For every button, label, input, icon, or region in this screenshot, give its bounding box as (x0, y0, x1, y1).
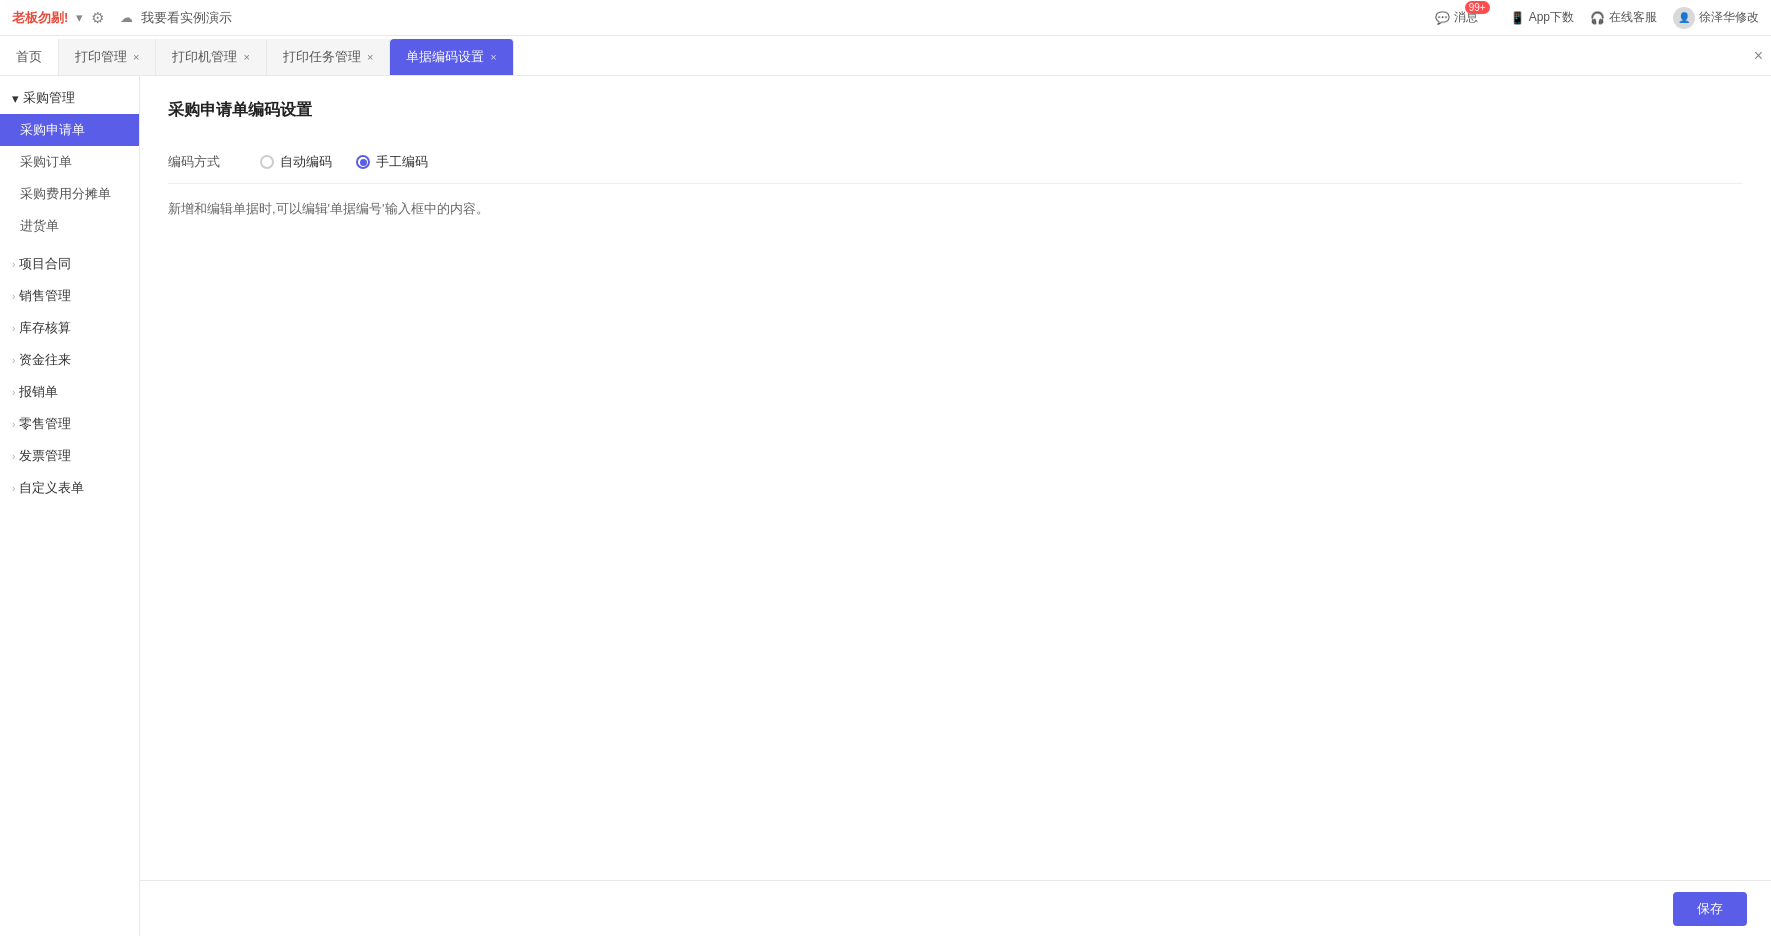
top-bar: 老板勿剔! ▾ ⚙ ☁ 我要看实例演示 💬 消息 99+ 📱 App下数 🎧 在… (0, 0, 1771, 36)
sidebar-group-expense[interactable]: › 报销单 (0, 376, 139, 408)
app-download-item[interactable]: 📱 App下数 (1510, 9, 1574, 26)
auto-code-label: 自动编码 (280, 153, 332, 171)
radio-group: 自动编码 手工编码 (260, 153, 428, 171)
tab-print-management-close[interactable]: × (133, 51, 139, 63)
online-service-label: 在线客服 (1609, 9, 1657, 26)
sidebar-group-sales-management-label: 销售管理 (19, 287, 71, 305)
sidebar: ▾ 采购管理 采购申请单 采购订单 采购费用分摊单 进货单 › 项目合同 › 销… (0, 76, 140, 936)
sidebar-item-purchase-request[interactable]: 采购申请单 (0, 114, 139, 146)
sidebar-group-invoice-label: 发票管理 (19, 447, 71, 465)
sidebar-group-custom-form-label: 自定义表单 (19, 479, 84, 497)
app-icon: 📱 (1510, 11, 1525, 25)
tab-print-management[interactable]: 打印管理 × (59, 39, 156, 75)
radio-auto-circle (260, 155, 274, 169)
content-area: 采购申请单编码设置 编码方式 自动编码 手工编码 新增和编辑 (140, 76, 1771, 936)
dropdown-icon[interactable]: ▾ (76, 10, 83, 25)
sidebar-group-invoice[interactable]: › 发票管理 (0, 440, 139, 472)
chevron-right-icon: › (12, 387, 15, 398)
encoding-row: 编码方式 自动编码 手工编码 (168, 141, 1743, 184)
gear-icon[interactable]: ⚙ (91, 9, 104, 27)
tab-print-task-management-close[interactable]: × (367, 51, 373, 63)
sidebar-group-retail-label: 零售管理 (19, 415, 71, 433)
encoding-label: 编码方式 (168, 153, 228, 171)
sidebar-group-purchase-title[interactable]: ▾ 采购管理 (0, 82, 139, 114)
sidebar-group-sales-management[interactable]: › 销售管理 (0, 280, 139, 312)
sidebar-group-capital-label: 资金往来 (19, 351, 71, 369)
app-download-label: App下数 (1529, 9, 1574, 26)
sidebar-group-retail[interactable]: › 零售管理 (0, 408, 139, 440)
tab-printer-management[interactable]: 打印机管理 × (156, 39, 266, 75)
save-button[interactable]: 保存 (1673, 892, 1747, 926)
top-bar-right: 💬 消息 99+ 📱 App下数 🎧 在线客服 👤 徐泽华修改 (1435, 7, 1759, 29)
sidebar-item-purchase-expense-label: 采购费用分摊单 (20, 186, 111, 201)
tab-print-task-management[interactable]: 打印任务管理 × (267, 39, 390, 75)
service-icon: 🎧 (1590, 11, 1605, 25)
tab-printer-management-close[interactable]: × (243, 51, 249, 63)
tab-bar: 首页 打印管理 × 打印机管理 × 打印任务管理 × 单据编码设置 × × (0, 36, 1771, 76)
top-bar-left: 老板勿剔! ▾ ⚙ ☁ 我要看实例演示 (12, 9, 232, 27)
chevron-right-icon: › (12, 259, 15, 270)
chevron-right-icon: › (12, 483, 15, 494)
radio-manual-inner (360, 159, 367, 166)
tab-single-code-setting-close[interactable]: × (490, 51, 496, 63)
chevron-right-icon: › (12, 355, 15, 366)
sidebar-item-goods-receipt[interactable]: 进货单 (0, 210, 139, 242)
radio-manual-code[interactable]: 手工编码 (356, 153, 428, 171)
sidebar-group-custom-form[interactable]: › 自定义表单 (0, 472, 139, 504)
sidebar-item-purchase-expense[interactable]: 采购费用分摊单 (0, 178, 139, 210)
message-icon: 💬 (1435, 11, 1450, 25)
main-layout: ▾ 采购管理 采购申请单 采购订单 采购费用分摊单 进货单 › 项目合同 › 销… (0, 76, 1771, 936)
sidebar-group-expense-label: 报销单 (19, 383, 58, 401)
sidebar-group-purchase: ▾ 采购管理 采购申请单 采购订单 采购费用分摊单 进货单 (0, 76, 139, 248)
sidebar-group-purchase-label: 采购管理 (23, 89, 75, 107)
demo-icon: ☁ (120, 10, 133, 25)
sidebar-group-inventory-label: 库存核算 (19, 319, 71, 337)
radio-auto-code[interactable]: 自动编码 (260, 153, 332, 171)
chevron-right-icon: › (12, 451, 15, 462)
page-title: 采购申请单编码设置 (168, 100, 1743, 121)
sidebar-group-capital[interactable]: › 资金往来 (0, 344, 139, 376)
tab-print-management-label: 打印管理 (75, 48, 127, 66)
avatar: 👤 (1673, 7, 1695, 29)
sidebar-item-purchase-order-label: 采购订单 (20, 154, 72, 169)
chevron-right-icon: › (12, 419, 15, 430)
hint-text: 新增和编辑单据时,可以编辑'单据编号'输入框中的内容。 (168, 200, 1743, 218)
message-badge-item[interactable]: 💬 消息 99+ (1435, 9, 1478, 26)
app-logo: 老板勿剔! (12, 9, 68, 27)
tab-single-code-setting[interactable]: 单据编码设置 × (390, 39, 513, 75)
tab-bar-close-button[interactable]: × (1754, 47, 1763, 65)
content-inner: 采购申请单编码设置 编码方式 自动编码 手工编码 新增和编辑 (140, 76, 1771, 880)
content-footer: 保存 (140, 880, 1771, 936)
sidebar-item-goods-receipt-label: 进货单 (20, 218, 59, 233)
tab-print-task-management-label: 打印任务管理 (283, 48, 361, 66)
manual-code-label: 手工编码 (376, 153, 428, 171)
message-badge: 99+ (1465, 1, 1490, 14)
sidebar-group-project-contract-label: 项目合同 (19, 255, 71, 273)
chevron-down-icon: ▾ (12, 91, 19, 106)
user-name: 徐泽华修改 (1699, 9, 1759, 26)
tab-home-label: 首页 (16, 48, 42, 66)
tab-printer-management-label: 打印机管理 (172, 48, 237, 66)
user-info[interactable]: 👤 徐泽华修改 (1673, 7, 1759, 29)
demo-link[interactable]: 我要看实例演示 (141, 9, 232, 27)
sidebar-item-purchase-order[interactable]: 采购订单 (0, 146, 139, 178)
online-service-item[interactable]: 🎧 在线客服 (1590, 9, 1657, 26)
sidebar-group-project-contract[interactable]: › 项目合同 (0, 248, 139, 280)
tab-single-code-setting-label: 单据编码设置 (406, 48, 484, 66)
sidebar-item-purchase-request-label: 采购申请单 (20, 122, 85, 137)
tab-home[interactable]: 首页 (0, 39, 59, 75)
chevron-right-icon: › (12, 291, 15, 302)
chevron-right-icon: › (12, 323, 15, 334)
sidebar-group-inventory[interactable]: › 库存核算 (0, 312, 139, 344)
radio-manual-circle (356, 155, 370, 169)
